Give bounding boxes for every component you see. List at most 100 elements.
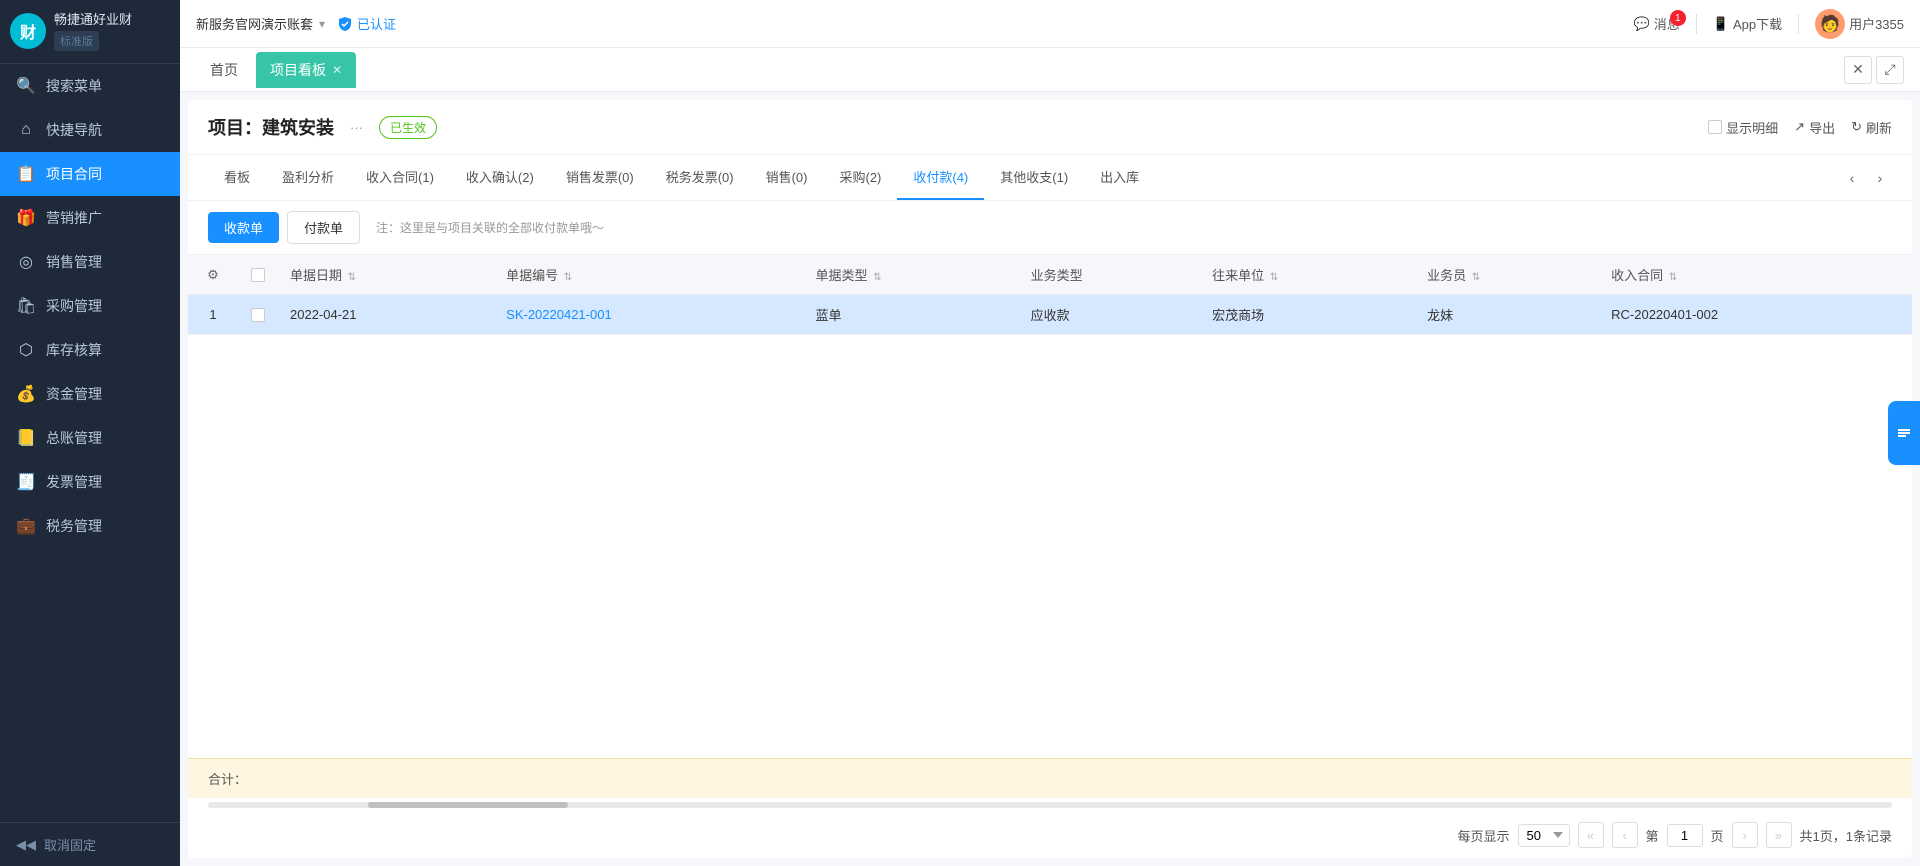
- sidebar-item-project[interactable]: 📋 项目合同: [0, 152, 180, 196]
- user-menu-button[interactable]: 🧑 用户3355: [1815, 9, 1904, 39]
- app-download-button[interactable]: 📱 App下载: [1713, 14, 1782, 33]
- last-page-button[interactable]: »: [1766, 822, 1792, 848]
- per-page-select[interactable]: 50 100: [1518, 824, 1570, 847]
- row-partner: 宏茂商场: [1200, 295, 1415, 335]
- topbar-actions: 💬 消息 1 📱 App下载 🧑 用户3355: [1634, 9, 1904, 39]
- sidebar-item-label: 采购管理: [46, 296, 102, 316]
- page-input[interactable]: [1667, 824, 1703, 847]
- row-checkbox[interactable]: [251, 308, 265, 322]
- first-page-button[interactable]: «: [1578, 822, 1604, 848]
- sidebar-item-quicknav[interactable]: ⌂ 快捷导航: [0, 108, 180, 152]
- topbar-project[interactable]: 新服务官网演示账套 ▾: [196, 14, 325, 33]
- topbar-certified: 已认证: [337, 14, 396, 33]
- subtab-sales-invoice[interactable]: 销售发票(0): [550, 155, 650, 200]
- subtabs: 看板 盈利分析 收入合同(1) 收入确认(2) 销售发票(0) 税务发票(0) …: [188, 155, 1912, 201]
- subtab-income-contract[interactable]: 收入合同(1): [350, 155, 450, 200]
- subtab-income-confirm[interactable]: 收入确认(2): [450, 155, 550, 200]
- show-detail-checkbox[interactable]: 显示明细: [1708, 118, 1778, 137]
- next-page-button[interactable]: ›: [1732, 822, 1758, 848]
- project-status-badge: 已生效: [379, 116, 437, 139]
- sidebar-item-search[interactable]: 🔍 搜索菜单: [0, 64, 180, 108]
- sidebar-item-marketing[interactable]: 🎁 营销推广: [0, 196, 180, 240]
- search-icon: 🔍: [16, 76, 36, 96]
- scroll-thumb[interactable]: [368, 802, 568, 808]
- subtab-inout[interactable]: 出入库: [1084, 155, 1155, 200]
- divider: [1798, 14, 1799, 34]
- sidebar-item-ledger[interactable]: 📒 总账管理: [0, 416, 180, 460]
- sidebar-item-sales[interactable]: ◎ 销售管理: [0, 240, 180, 284]
- sidebar-item-label: 搜索菜单: [46, 76, 102, 96]
- sidebar-item-invoice[interactable]: 🧾 发票管理: [0, 460, 180, 504]
- tab-kanban[interactable]: 项目看板 ✕: [256, 52, 356, 88]
- subtab-sales[interactable]: 销售(0): [750, 155, 824, 200]
- topbar-project-name: 新服务官网演示账套: [196, 14, 313, 33]
- project-icon: 📋: [16, 164, 36, 184]
- export-button[interactable]: ↗ 导出: [1794, 118, 1835, 137]
- close-tab-button[interactable]: ✕: [1844, 56, 1872, 84]
- refresh-button[interactable]: ↻ 刷新: [1851, 118, 1892, 137]
- col-type[interactable]: 单据类型 ⇅: [804, 255, 1019, 295]
- prev-page-button[interactable]: ‹: [1612, 822, 1638, 848]
- sidebar-item-tax[interactable]: 💼 税务管理: [0, 504, 180, 548]
- subtab-purchase[interactable]: 采购(2): [823, 155, 897, 200]
- sidebar-item-label: 项目合同: [46, 164, 102, 184]
- btnbar-hint: 注：这里是与项目关联的全部收付款单哦～: [376, 219, 604, 236]
- row-checkbox-cell[interactable]: [238, 295, 278, 335]
- row-number[interactable]: SK-20220421-001: [494, 295, 803, 335]
- divider: [1696, 14, 1697, 34]
- col-number[interactable]: 单据编号 ⇅: [494, 255, 803, 295]
- subtab-profit[interactable]: 盈利分析: [266, 155, 350, 200]
- sidebar-header: 财 畅捷通好业财 标准版: [0, 0, 180, 64]
- horizontal-scrollbar[interactable]: [188, 798, 1912, 812]
- message-button[interactable]: 💬 消息 1: [1634, 14, 1680, 33]
- project-header-actions: 显示明细 ↗ 导出 ↻ 刷新: [1708, 118, 1892, 137]
- tab-close-icon[interactable]: ✕: [332, 63, 342, 77]
- summary-row: 合计：: [188, 758, 1912, 798]
- col-income-contract[interactable]: 收入合同 ⇅: [1599, 255, 1912, 295]
- sidebar-item-purchase[interactable]: 🛍 采购管理: [0, 284, 180, 328]
- receipt-button[interactable]: 收款单: [208, 212, 279, 243]
- tab-kanban-label: 项目看板: [270, 60, 326, 80]
- chevron-down-icon[interactable]: ▾: [319, 17, 325, 31]
- finance-icon: 💰: [16, 384, 36, 404]
- sidebar-item-finance[interactable]: 💰 资金管理: [0, 372, 180, 416]
- message-badge: 1: [1670, 10, 1686, 26]
- col-partner[interactable]: 往来单位 ⇅: [1200, 255, 1415, 295]
- row-number-link[interactable]: SK-20220421-001: [506, 307, 612, 322]
- export-label: 导出: [1809, 118, 1835, 137]
- subtab-tax-invoice[interactable]: 税务发票(0): [650, 155, 750, 200]
- sidebar-footer-unpin[interactable]: ◀◀ 取消固定: [0, 822, 180, 866]
- table-row[interactable]: 1 2022-04-21 SK-20220421-001 蓝单 应收款 宏茂商: [188, 295, 1912, 335]
- certified-label: 已认证: [357, 14, 396, 33]
- topbar: 新服务官网演示账套 ▾ 已认证 💬 消息 1 📱 App下载 �: [180, 0, 1920, 48]
- more-options-button[interactable]: ···: [346, 120, 367, 135]
- fullscreen-button[interactable]: ⤢: [1876, 56, 1904, 84]
- row-num: 1: [188, 295, 238, 335]
- refresh-icon: ↻: [1851, 119, 1862, 135]
- ledger-icon: 📒: [16, 428, 36, 448]
- sidebar-item-inventory[interactable]: ⬡ 库存核算: [0, 328, 180, 372]
- col-date[interactable]: 单据日期 ⇅: [278, 255, 494, 295]
- payment-button[interactable]: 付款单: [287, 211, 360, 244]
- scroll-track[interactable]: [208, 802, 1892, 808]
- col-salesman[interactable]: 业务员 ⇅: [1415, 255, 1599, 295]
- receipt-table: ⚙ 单据日期 ⇅ 单据编号 ⇅: [188, 255, 1912, 335]
- settings-icon[interactable]: ⚙: [207, 267, 219, 282]
- subtab-kanban[interactable]: 看板: [208, 155, 266, 200]
- tab-home[interactable]: 首页: [196, 52, 252, 88]
- subtab-next-button[interactable]: ›: [1868, 166, 1892, 190]
- sidebar-app-title: 畅捷通好业财: [54, 12, 132, 29]
- subtab-prev-button[interactable]: ‹: [1840, 166, 1864, 190]
- sidebar-version: 标准版: [54, 31, 99, 51]
- subtab-other-expense[interactable]: 其他收支(1): [984, 155, 1084, 200]
- tab-home-label: 首页: [210, 60, 238, 80]
- app-download-label: App下载: [1733, 14, 1782, 33]
- subtab-receipt[interactable]: 收付款(4): [897, 155, 984, 200]
- tax-icon: 💼: [16, 516, 36, 536]
- header-checkbox[interactable]: [251, 268, 265, 282]
- tabbar: 首页 项目看板 ✕ ✕ ⤢: [180, 48, 1920, 92]
- btnbar: 收款单 付款单 注：这里是与项目关联的全部收付款单哦～: [188, 201, 1912, 255]
- floating-action-button[interactable]: [1888, 401, 1920, 465]
- project-title: 项目：建筑安装: [208, 114, 334, 140]
- unpin-icon: ◀◀: [16, 837, 36, 853]
